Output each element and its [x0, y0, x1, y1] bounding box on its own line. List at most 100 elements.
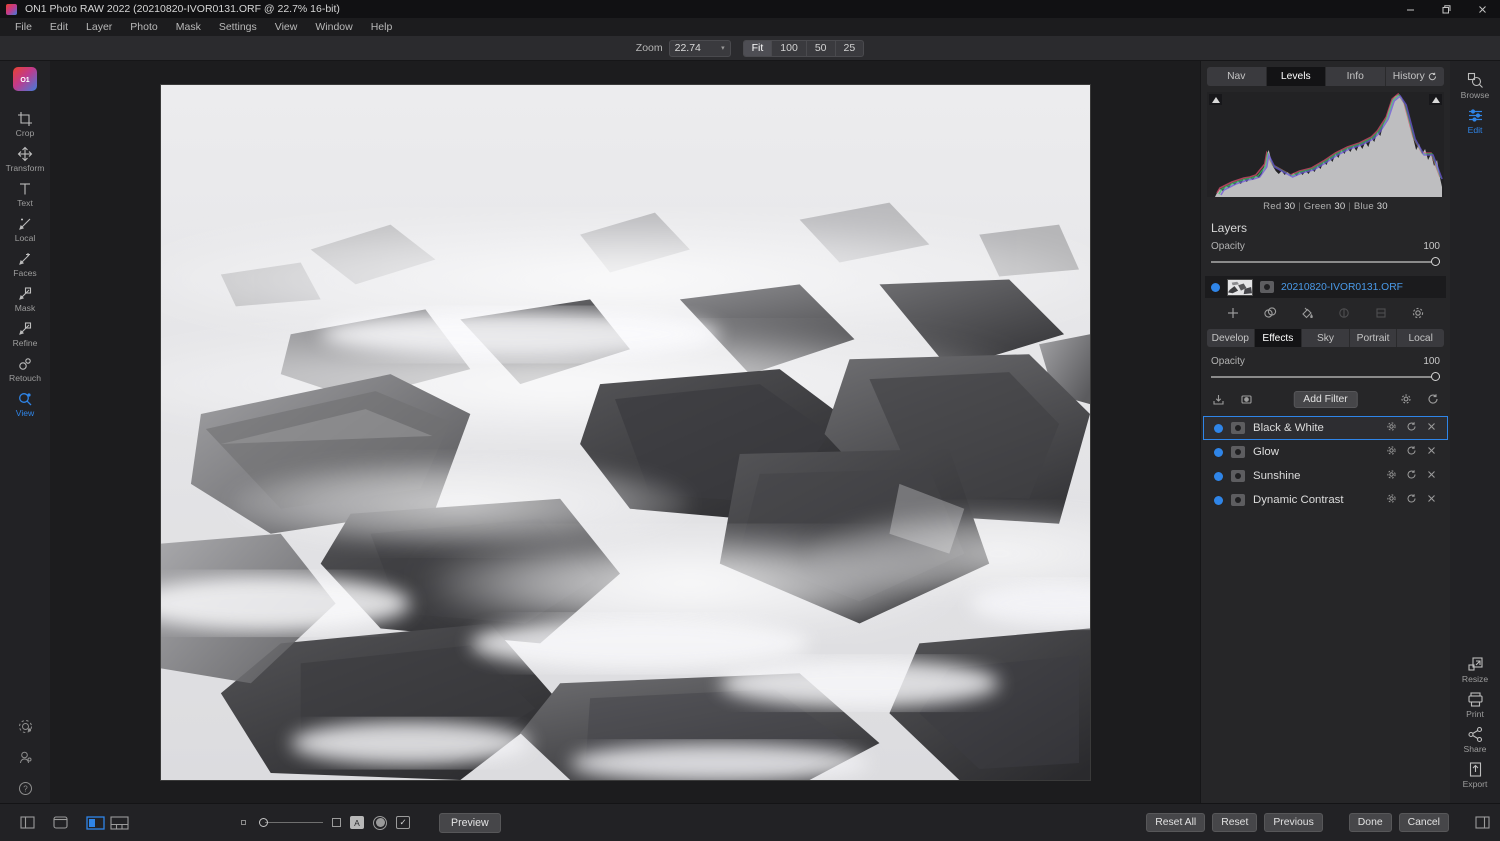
zoom-preset-fit[interactable]: Fit [743, 40, 773, 56]
zoom-preset-50[interactable]: 50 [807, 40, 836, 56]
zoom-preset-25[interactable]: 25 [836, 41, 864, 56]
filter-mask-icon[interactable] [1231, 422, 1245, 434]
rail-print[interactable]: Print [1450, 688, 1500, 723]
filter-close-icon[interactable] [1426, 467, 1437, 485]
done-button[interactable]: Done [1348, 813, 1392, 832]
tab-levels[interactable]: Levels [1266, 67, 1326, 86]
layer-visibility-toggle[interactable] [1211, 282, 1220, 292]
save-preset-icon[interactable] [1211, 392, 1226, 407]
tool-refine[interactable]: Refine [0, 317, 50, 352]
duplicate-layer-icon[interactable] [1263, 306, 1278, 321]
help-question-icon[interactable]: ? [17, 780, 34, 797]
checkmark-box-icon[interactable]: ✓ [396, 816, 410, 829]
cancel-button[interactable]: Cancel [1398, 813, 1449, 832]
menu-window[interactable]: Window [306, 19, 361, 35]
compare-view-icon[interactable] [110, 815, 129, 830]
menu-file[interactable]: File [6, 19, 41, 35]
slider-knob[interactable] [1431, 257, 1440, 266]
minimize-button[interactable] [1392, 0, 1428, 18]
clip-warning-left-icon[interactable] [1209, 94, 1222, 105]
thumbnail-size-slider[interactable] [255, 817, 323, 828]
mask-circle-icon[interactable] [373, 815, 387, 830]
effects-opacity-slider[interactable] [1211, 371, 1440, 383]
tool-view[interactable]: View [0, 387, 50, 422]
tab-history[interactable]: History [1385, 67, 1444, 86]
tool-transform[interactable]: Transform [0, 142, 50, 177]
restore-button[interactable] [1428, 0, 1464, 18]
module-tab-sky[interactable]: Sky [1302, 329, 1350, 347]
toggle-right-panel-icon[interactable] [1475, 816, 1490, 829]
filter-close-icon[interactable] [1426, 419, 1437, 437]
zoom-preset-100[interactable]: 100 [772, 40, 807, 56]
menu-photo[interactable]: Photo [121, 19, 166, 35]
filter-visibility-toggle[interactable] [1214, 447, 1223, 457]
single-view-icon[interactable] [86, 815, 105, 830]
close-button[interactable] [1464, 0, 1500, 18]
add-layer-icon[interactable] [1226, 306, 1241, 321]
filter-gear-icon[interactable] [1386, 419, 1397, 437]
filter-visibility-toggle[interactable] [1214, 495, 1223, 505]
tool-local[interactable]: Local [0, 212, 50, 247]
soft-proof-square-icon[interactable] [332, 818, 341, 827]
filter-close-icon[interactable] [1426, 443, 1437, 461]
tool-retouch[interactable]: Retouch [0, 352, 50, 387]
filter-reset-icon[interactable] [1406, 491, 1417, 509]
on1-home-button[interactable]: O1 [13, 67, 37, 91]
rail-resize[interactable]: Resize [1450, 653, 1500, 688]
rail-export[interactable]: Export [1450, 758, 1500, 793]
module-tab-develop[interactable]: Develop [1207, 329, 1255, 347]
clip-warning-right-icon[interactable] [1429, 94, 1442, 105]
layer-settings-gear-icon[interactable] [1411, 306, 1426, 321]
rail-edit[interactable]: Edit [1450, 104, 1500, 139]
add-filter-button[interactable]: Add Filter [1293, 390, 1358, 408]
layer-item[interactable]: 20210820-IVOR0131.ORF [1205, 276, 1446, 298]
filter-row-sunshine[interactable]: Sunshine [1203, 464, 1448, 488]
tab-nav[interactable]: Nav [1207, 67, 1267, 86]
layer-mask-icon[interactable] [1260, 281, 1274, 293]
tab-info[interactable]: Info [1326, 67, 1386, 86]
filter-mask-icon[interactable] [1231, 446, 1245, 458]
filter-row-glow[interactable]: Glow [1203, 440, 1448, 464]
menu-help[interactable]: Help [362, 19, 402, 35]
filter-row-black-and-white[interactable]: Black & White [1203, 416, 1448, 440]
histogram[interactable] [1207, 92, 1444, 197]
layer-thumbnail[interactable] [1227, 278, 1253, 296]
tool-faces[interactable]: Faces [0, 247, 50, 282]
filter-reset-icon[interactable] [1406, 419, 1417, 437]
layers-opacity-slider[interactable] [1211, 256, 1440, 268]
filter-close-icon[interactable] [1426, 491, 1437, 509]
filter-reset-icon[interactable] [1406, 443, 1417, 461]
filter-gear-icon[interactable] [1386, 491, 1397, 509]
preview-button[interactable]: Preview [439, 812, 501, 833]
account-user-icon[interactable] [17, 749, 34, 766]
menu-settings[interactable]: Settings [210, 19, 266, 35]
canvas-area[interactable] [50, 61, 1200, 803]
filter-row-dynamic-contrast[interactable]: Dynamic Contrast [1203, 488, 1448, 512]
menu-view[interactable]: View [266, 19, 307, 35]
filter-gear-icon[interactable] [1386, 443, 1397, 461]
reset-button[interactable]: Reset [1212, 813, 1258, 832]
filter-mask-icon[interactable] [1239, 392, 1254, 407]
rail-browse[interactable]: Browse [1450, 69, 1500, 104]
module-tab-effects[interactable]: Effects [1254, 329, 1303, 347]
preferences-gear-icon[interactable] [17, 718, 34, 735]
menu-edit[interactable]: Edit [41, 19, 77, 35]
filter-visibility-toggle[interactable] [1214, 471, 1223, 481]
menu-mask[interactable]: Mask [167, 19, 210, 35]
tool-crop[interactable]: Crop [0, 107, 50, 142]
filter-settings-gear-icon[interactable] [1398, 392, 1413, 407]
toggle-filmstrip-icon[interactable] [53, 816, 68, 829]
filter-reset-icon[interactable] [1406, 467, 1417, 485]
reset-all-button[interactable]: Reset All [1146, 813, 1206, 832]
rail-share[interactable]: Share [1450, 723, 1500, 758]
module-tab-local[interactable]: Local [1397, 329, 1444, 347]
slider-knob[interactable] [259, 817, 268, 827]
toggle-left-panel-icon[interactable] [20, 816, 35, 829]
photo-preview[interactable] [159, 83, 1091, 781]
previous-button[interactable]: Previous [1264, 813, 1323, 832]
zoom-input[interactable]: 22.74 ▾ [668, 39, 731, 57]
menu-layer[interactable]: Layer [77, 19, 121, 35]
tool-mask[interactable]: Mask [0, 282, 50, 317]
slider-knob[interactable] [1431, 372, 1440, 381]
filter-mask-icon[interactable] [1231, 470, 1245, 482]
